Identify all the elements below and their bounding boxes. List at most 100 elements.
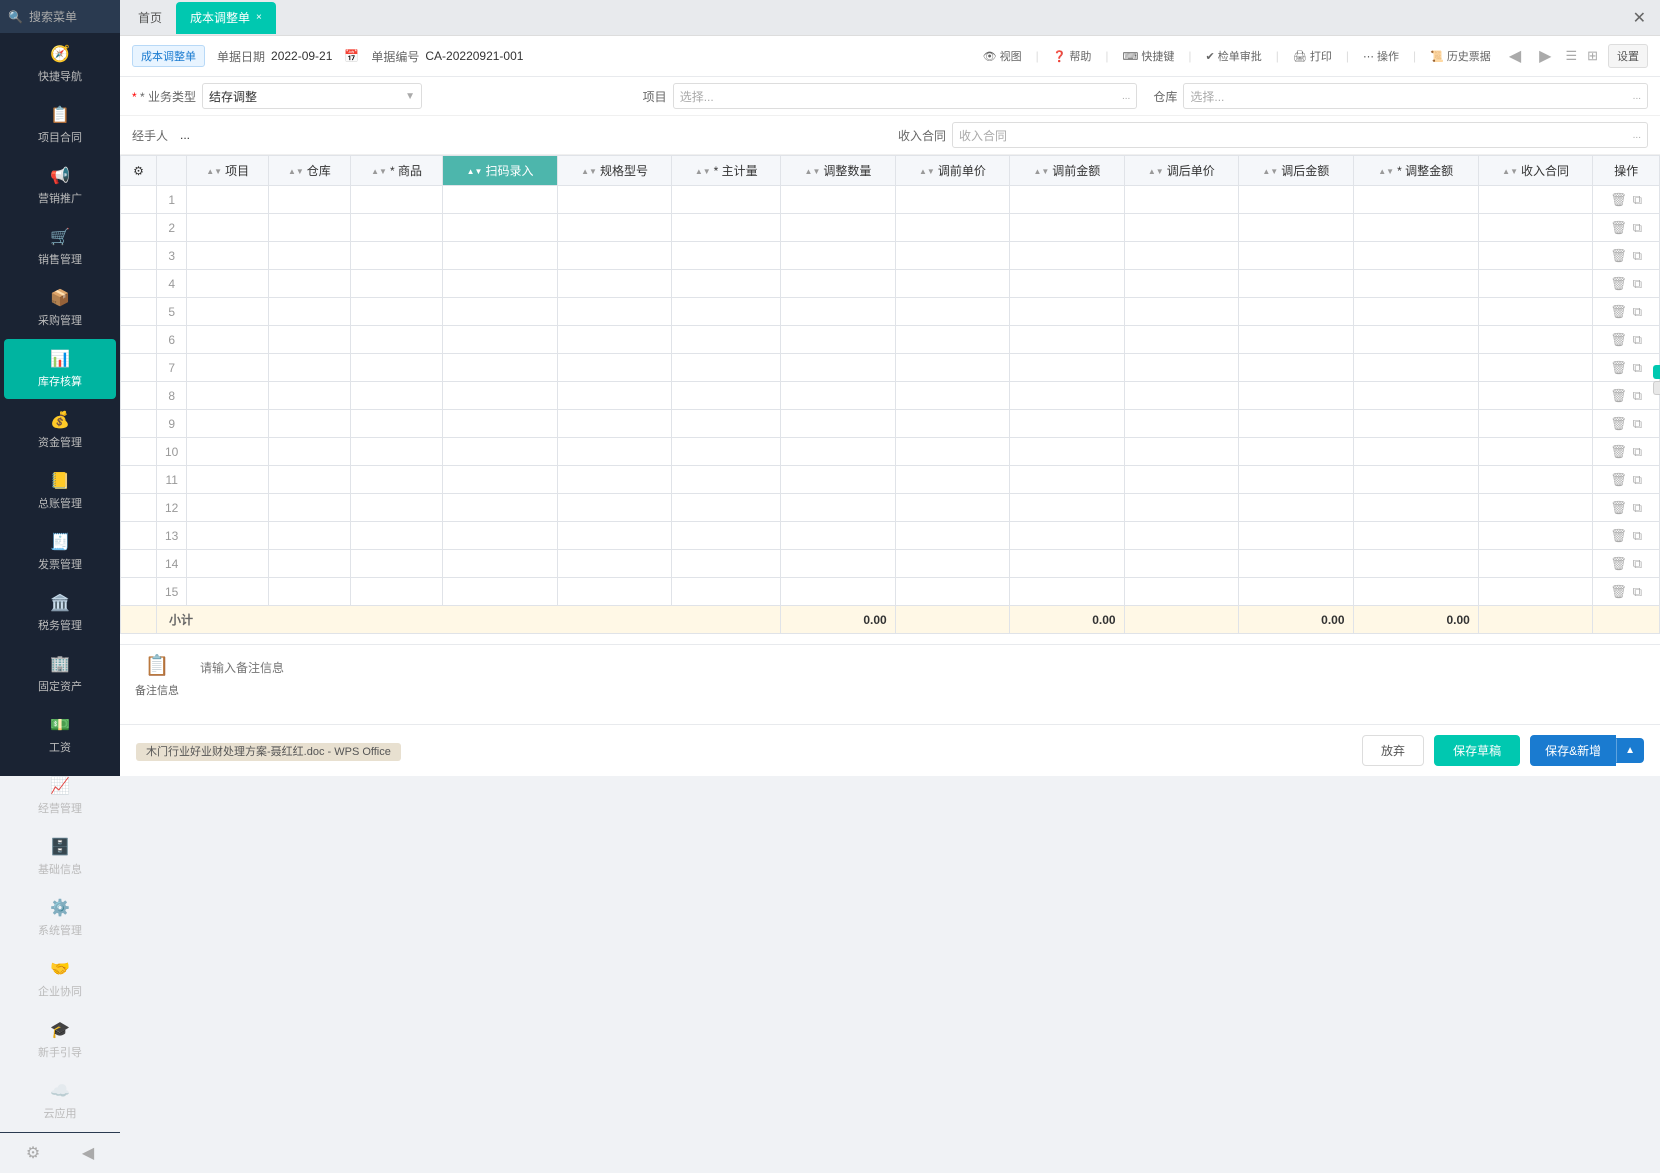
- row-prev-price-cell[interactable]: [895, 494, 1009, 522]
- row-income-contract-cell[interactable]: [1478, 494, 1592, 522]
- row-spec-cell[interactable]: [557, 578, 671, 606]
- row-after-price-cell[interactable]: [1124, 382, 1238, 410]
- row-prev-price-cell[interactable]: [895, 382, 1009, 410]
- row-copy-icon[interactable]: ⧉: [1633, 332, 1642, 348]
- row-spec-cell[interactable]: [557, 494, 671, 522]
- ops-action[interactable]: ⋯ 操作: [1359, 46, 1403, 66]
- row-copy-icon[interactable]: ⧉: [1633, 500, 1642, 516]
- nav-prev[interactable]: ◀: [1505, 46, 1525, 66]
- row-income-contract-cell[interactable]: [1478, 410, 1592, 438]
- row-warehouse-cell[interactable]: [269, 550, 351, 578]
- sort-adj-qty-icon[interactable]: ▲▼: [805, 167, 821, 176]
- edge-tab-1[interactable]: [1653, 381, 1660, 395]
- print-action[interactable]: 🖨 打印: [1289, 46, 1336, 66]
- row-product-cell[interactable]: [350, 214, 443, 242]
- row-unit-cell[interactable]: [672, 522, 781, 550]
- row-scan-cell[interactable]: [443, 354, 557, 382]
- row-after-price-cell[interactable]: [1124, 214, 1238, 242]
- collapse-icon[interactable]: ◀: [82, 1143, 94, 1163]
- nav-next[interactable]: ▶: [1535, 46, 1555, 66]
- row-adj-qty-cell[interactable]: [781, 214, 895, 242]
- row-after-price-cell[interactable]: [1124, 494, 1238, 522]
- row-project-cell[interactable]: [187, 550, 269, 578]
- row-unit-cell[interactable]: [672, 438, 781, 466]
- row-unit-cell[interactable]: [672, 354, 781, 382]
- row-project-cell[interactable]: [187, 466, 269, 494]
- warehouse-select[interactable]: 选择... ...: [1183, 83, 1648, 109]
- row-prev-price-cell[interactable]: [895, 186, 1009, 214]
- row-after-price-cell[interactable]: [1124, 354, 1238, 382]
- row-product-cell[interactable]: [350, 186, 443, 214]
- row-prev-price-cell[interactable]: [895, 550, 1009, 578]
- wps-taskbar-item[interactable]: 木门行业好业财处理方案-聂红红.doc - WPS Office: [136, 743, 401, 761]
- row-spec-cell[interactable]: [557, 382, 671, 410]
- row-scan-cell[interactable]: [443, 382, 557, 410]
- row-prev-price-cell[interactable]: [895, 298, 1009, 326]
- row-unit-cell[interactable]: [672, 270, 781, 298]
- settings-bottom-icon[interactable]: ⚙: [26, 1143, 40, 1163]
- row-unit-cell[interactable]: [672, 186, 781, 214]
- row-after-price-cell[interactable]: [1124, 326, 1238, 354]
- help-action[interactable]: ❓ 帮助: [1049, 46, 1096, 66]
- sort-product-icon[interactable]: ▲▼: [371, 167, 387, 176]
- row-income-contract-cell[interactable]: [1478, 214, 1592, 242]
- row-after-price-cell[interactable]: [1124, 578, 1238, 606]
- row-product-cell[interactable]: [350, 326, 443, 354]
- grid-view-icon[interactable]: ⊞: [1587, 48, 1598, 64]
- row-spec-cell[interactable]: [557, 466, 671, 494]
- row-after-price-cell[interactable]: [1124, 438, 1238, 466]
- row-after-amount-cell[interactable]: [1239, 438, 1353, 466]
- project-select[interactable]: 选择... ...: [673, 83, 1138, 109]
- sidebar-item-sales[interactable]: 🛒销售管理: [4, 217, 116, 277]
- row-adj-qty-cell[interactable]: [781, 522, 895, 550]
- row-after-price-cell[interactable]: [1124, 550, 1238, 578]
- row-after-amount-cell[interactable]: [1239, 466, 1353, 494]
- row-project-cell[interactable]: [187, 410, 269, 438]
- sidebar-item-corp[interactable]: 🤝企业协同: [4, 949, 116, 1009]
- row-copy-icon[interactable]: ⧉: [1633, 276, 1642, 292]
- row-after-amount-cell[interactable]: [1239, 242, 1353, 270]
- row-warehouse-cell[interactable]: [269, 466, 351, 494]
- row-after-amount-cell[interactable]: [1239, 354, 1353, 382]
- row-prev-amount-cell[interactable]: [1010, 410, 1124, 438]
- row-after-amount-cell[interactable]: [1239, 214, 1353, 242]
- row-warehouse-cell[interactable]: [269, 522, 351, 550]
- row-copy-icon[interactable]: ⧉: [1633, 584, 1642, 600]
- row-adj-qty-cell[interactable]: [781, 410, 895, 438]
- tab-cost-adjust[interactable]: 成本调整单×: [176, 2, 276, 34]
- row-adj-qty-cell[interactable]: [781, 326, 895, 354]
- tab-close-cost-adjust[interactable]: ×: [256, 12, 262, 23]
- row-product-cell[interactable]: [350, 410, 443, 438]
- row-unit-cell[interactable]: [672, 466, 781, 494]
- row-product-cell[interactable]: [350, 298, 443, 326]
- row-warehouse-cell[interactable]: [269, 354, 351, 382]
- shortcut-action[interactable]: ⌨ 快捷键: [1119, 46, 1179, 66]
- row-product-cell[interactable]: [350, 242, 443, 270]
- row-prev-amount-cell[interactable]: [1010, 466, 1124, 494]
- row-scan-cell[interactable]: [443, 298, 557, 326]
- row-delete-icon[interactable]: 🗑: [1610, 444, 1627, 460]
- row-copy-icon[interactable]: ⧉: [1633, 416, 1642, 432]
- row-delete-icon[interactable]: 🗑: [1610, 416, 1627, 432]
- row-unit-cell[interactable]: [672, 242, 781, 270]
- save-new-arrow-button[interactable]: ▲: [1616, 738, 1644, 763]
- row-warehouse-cell[interactable]: [269, 326, 351, 354]
- row-after-amount-cell[interactable]: [1239, 410, 1353, 438]
- row-prev-price-cell[interactable]: [895, 354, 1009, 382]
- row-unit-cell[interactable]: [672, 550, 781, 578]
- row-scan-cell[interactable]: [443, 578, 557, 606]
- row-scan-cell[interactable]: [443, 186, 557, 214]
- sidebar-item-system[interactable]: ⚙️系统管理: [4, 888, 116, 948]
- row-project-cell[interactable]: [187, 186, 269, 214]
- row-prev-price-cell[interactable]: [895, 578, 1009, 606]
- row-product-cell[interactable]: [350, 494, 443, 522]
- col-settings[interactable]: ⚙: [121, 156, 157, 186]
- row-warehouse-cell[interactable]: [269, 214, 351, 242]
- row-spec-cell[interactable]: [557, 270, 671, 298]
- row-income-contract-cell[interactable]: [1478, 298, 1592, 326]
- row-income-contract-cell[interactable]: [1478, 578, 1592, 606]
- remarks-input[interactable]: [194, 653, 1648, 693]
- row-spec-cell[interactable]: [557, 550, 671, 578]
- row-unit-cell[interactable]: [672, 494, 781, 522]
- sort-prev-price-icon[interactable]: ▲▼: [919, 167, 935, 176]
